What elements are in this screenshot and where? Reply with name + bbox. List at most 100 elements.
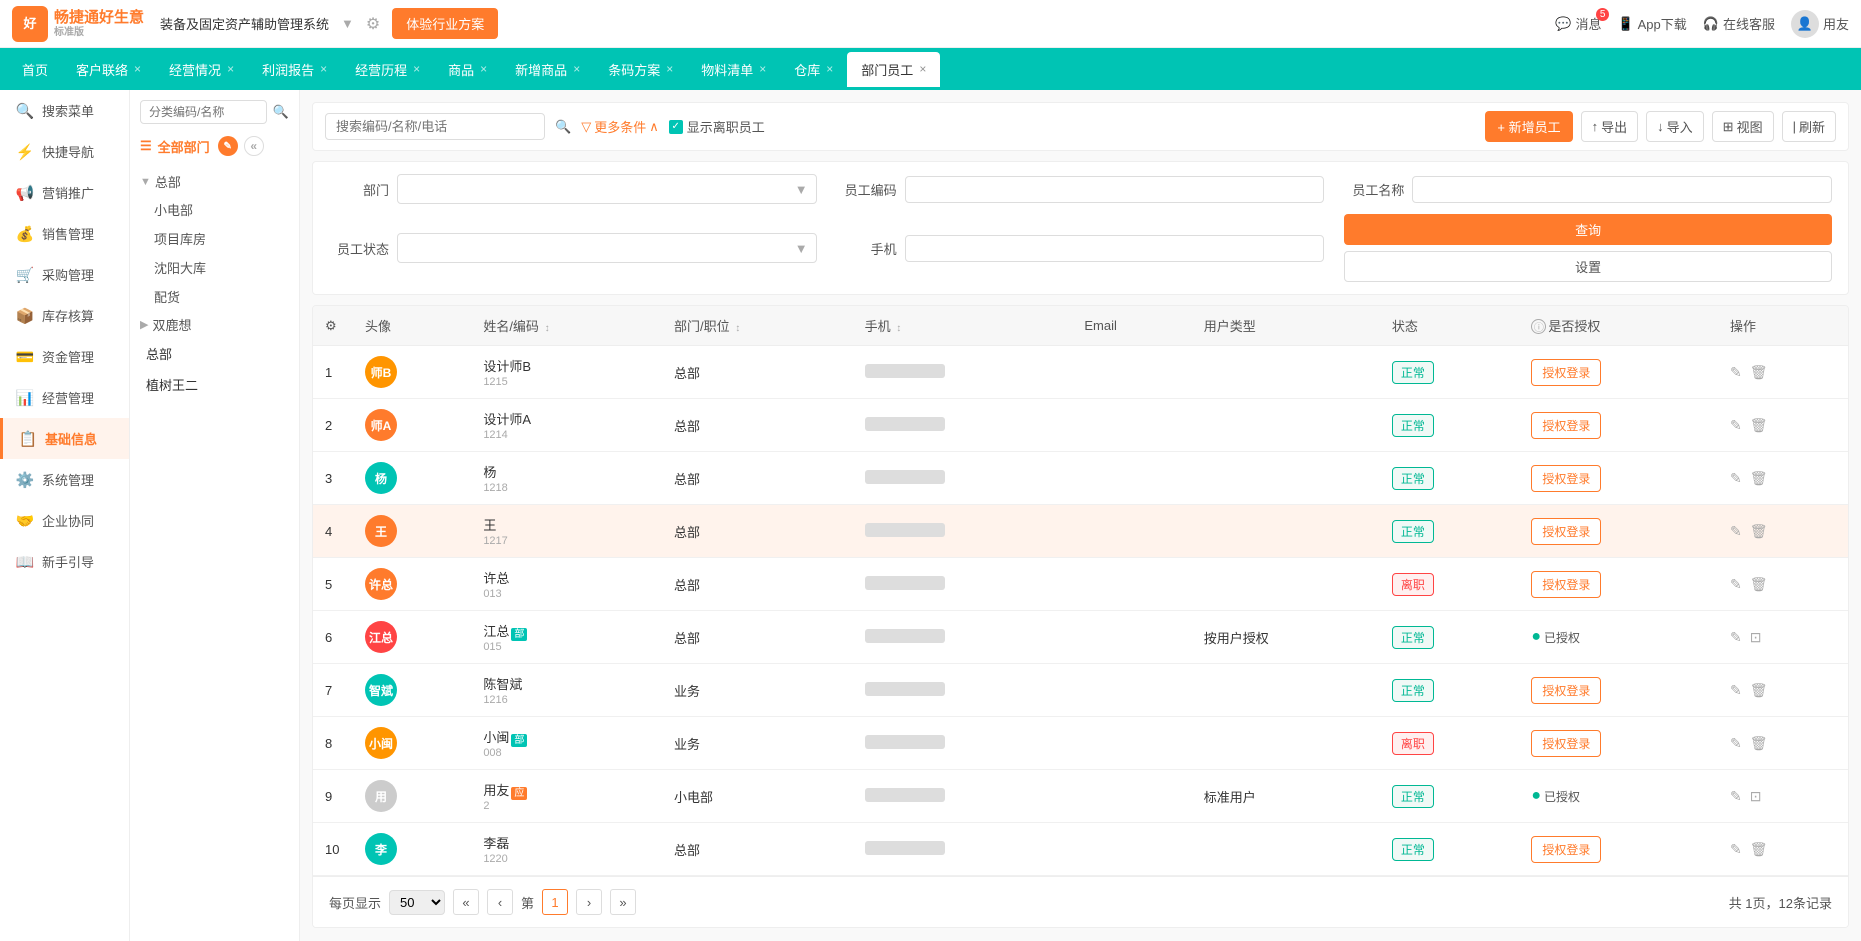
tab-warehouse[interactable]: 仓库×: [780, 52, 847, 87]
close-icon[interactable]: ×: [759, 62, 766, 76]
sidebar-item-system[interactable]: ⚙️ 系统管理: [0, 459, 129, 500]
emp-name-input[interactable]: [1412, 176, 1832, 203]
close-icon[interactable]: ×: [227, 62, 234, 76]
auth-button[interactable]: 授权登录: [1531, 518, 1601, 545]
sidebar-item-sales[interactable]: 💰 销售管理: [0, 213, 129, 254]
edit-dept-button[interactable]: ✎: [218, 136, 238, 156]
online-service-button[interactable]: 🎧 在线客服: [1703, 14, 1775, 33]
dept-item-zhishu[interactable]: 植树王二: [130, 369, 299, 400]
close-icon[interactable]: ×: [826, 62, 833, 76]
delete-icon[interactable]: 🗑: [1750, 470, 1768, 487]
search-input[interactable]: [325, 113, 545, 140]
edit-icon[interactable]: ✎: [1730, 364, 1742, 381]
user-menu[interactable]: 👤 用友: [1791, 10, 1849, 38]
phone-input[interactable]: [905, 235, 1325, 262]
import-button[interactable]: ↓ 导入: [1646, 111, 1704, 142]
search-submit-icon[interactable]: 🔍: [555, 119, 571, 135]
view-button[interactable]: ⊞ 视图: [1712, 111, 1774, 142]
sidebar-item-purchase[interactable]: 🛒 采购管理: [0, 254, 129, 295]
close-icon[interactable]: ×: [919, 62, 926, 76]
tab-bom[interactable]: 物料清单×: [687, 52, 780, 87]
tab-barcode[interactable]: 条码方案×: [594, 52, 687, 87]
col-phone[interactable]: 手机 ↕: [853, 306, 1073, 346]
more-filters-button[interactable]: ▽ 更多条件 ∧: [581, 117, 659, 136]
sidebar-item-marketing[interactable]: 📢 营销推广: [0, 172, 129, 213]
auth-button[interactable]: 授权登录: [1531, 412, 1601, 439]
edit-icon[interactable]: ✎: [1730, 735, 1742, 752]
sidebar-item-operations[interactable]: 📊 经营管理: [0, 377, 129, 418]
auth-button[interactable]: 授权登录: [1531, 836, 1601, 863]
status-select[interactable]: ▼: [397, 233, 817, 263]
sidebar-item-search[interactable]: 🔍 搜索菜单: [0, 90, 129, 131]
app-download-button[interactable]: 📱 App下载: [1617, 14, 1686, 33]
dropdown-arrow-icon[interactable]: ▼: [341, 16, 354, 31]
prev-page-button[interactable]: ‹: [487, 889, 513, 915]
edit-icon[interactable]: ✎: [1730, 523, 1742, 540]
auth-button[interactable]: 授权登录: [1531, 730, 1601, 757]
copy-icon[interactable]: ⊡: [1750, 788, 1762, 805]
sidebar-item-basics[interactable]: 📋 基础信息: [0, 418, 129, 459]
sidebar-item-quicknav[interactable]: ⚡ 快捷导航: [0, 131, 129, 172]
auth-button[interactable]: 授权登录: [1531, 465, 1601, 492]
close-icon[interactable]: ×: [666, 62, 673, 76]
tab-goods[interactable]: 商品×: [434, 52, 501, 87]
col-dept[interactable]: 部门/职位 ↕: [662, 306, 853, 346]
tab-history[interactable]: 经营历程×: [341, 52, 434, 87]
tab-employees[interactable]: 部门员工×: [847, 52, 940, 87]
emp-code-input[interactable]: [905, 176, 1325, 203]
tab-profit[interactable]: 利润报告×: [248, 52, 341, 87]
close-icon[interactable]: ×: [320, 62, 327, 76]
delete-icon[interactable]: 🗑: [1750, 417, 1768, 434]
search-button[interactable]: 查询: [1344, 214, 1832, 245]
dept-item-xiaodian[interactable]: 小电部: [130, 195, 299, 224]
delete-icon[interactable]: 🗑: [1750, 735, 1768, 752]
dept-item-project[interactable]: 项目库房: [130, 224, 299, 253]
delete-icon[interactable]: 🗑: [1750, 523, 1768, 540]
auth-button[interactable]: 授权登录: [1531, 359, 1601, 386]
first-page-button[interactable]: «: [453, 889, 479, 915]
dept-item-peihuo[interactable]: 配货: [130, 282, 299, 311]
add-employee-button[interactable]: + 新增员工: [1485, 111, 1572, 142]
dept-item-shenyang[interactable]: 沈阳大库: [130, 253, 299, 282]
sidebar-item-guide[interactable]: 📖 新手引导: [0, 541, 129, 582]
dept-search-input[interactable]: [140, 100, 267, 124]
page-size-select[interactable]: 50 20 100: [389, 890, 445, 915]
close-icon[interactable]: ×: [573, 62, 580, 76]
tab-home[interactable]: 首页: [8, 52, 62, 87]
sidebar-item-inventory[interactable]: 📦 库存核算: [0, 295, 129, 336]
info-icon[interactable]: ⓘ: [1531, 319, 1546, 334]
edit-icon[interactable]: ✎: [1730, 682, 1742, 699]
tab-customer[interactable]: 客户联络×: [62, 52, 155, 87]
next-page-button[interactable]: ›: [576, 889, 602, 915]
auth-button[interactable]: 授权登录: [1531, 571, 1601, 598]
auth-button[interactable]: 授权登录: [1531, 677, 1601, 704]
close-icon[interactable]: ×: [413, 62, 420, 76]
edit-icon[interactable]: ✎: [1730, 417, 1742, 434]
print-button[interactable]: | 刷新: [1782, 111, 1836, 142]
gear-icon[interactable]: ⚙: [362, 10, 384, 38]
last-page-button[interactable]: »: [610, 889, 636, 915]
set-button[interactable]: 设置: [1344, 251, 1832, 282]
delete-icon[interactable]: 🗑: [1750, 576, 1768, 593]
tab-operations[interactable]: 经营情况×: [155, 52, 248, 87]
tab-add-goods[interactable]: 新增商品×: [501, 52, 594, 87]
message-button[interactable]: 💬 消息 5: [1555, 14, 1601, 33]
export-button[interactable]: ↑ 导出: [1581, 111, 1639, 142]
dept-shuanglu[interactable]: ▶ 双鹿想: [130, 311, 299, 338]
sidebar-item-collab[interactable]: 🤝 企业协同: [0, 500, 129, 541]
trial-button[interactable]: 体验行业方案: [392, 8, 498, 39]
close-icon[interactable]: ×: [134, 62, 141, 76]
sidebar-item-finance[interactable]: 💳 资金管理: [0, 336, 129, 377]
dept-item-zongbu[interactable]: 总部: [130, 338, 299, 369]
edit-icon[interactable]: ✎: [1730, 788, 1742, 805]
dept-select[interactable]: ▼: [397, 174, 817, 204]
delete-icon[interactable]: 🗑: [1750, 682, 1768, 699]
copy-icon[interactable]: ⊡: [1750, 629, 1762, 646]
show-resigned-toggle[interactable]: ✓ 显示离职员工: [669, 117, 765, 136]
close-icon[interactable]: ×: [480, 62, 487, 76]
edit-icon[interactable]: ✎: [1730, 629, 1742, 646]
col-settings[interactable]: ⚙: [313, 306, 353, 346]
delete-icon[interactable]: 🗑: [1750, 364, 1768, 381]
edit-icon[interactable]: ✎: [1730, 576, 1742, 593]
edit-icon[interactable]: ✎: [1730, 470, 1742, 487]
